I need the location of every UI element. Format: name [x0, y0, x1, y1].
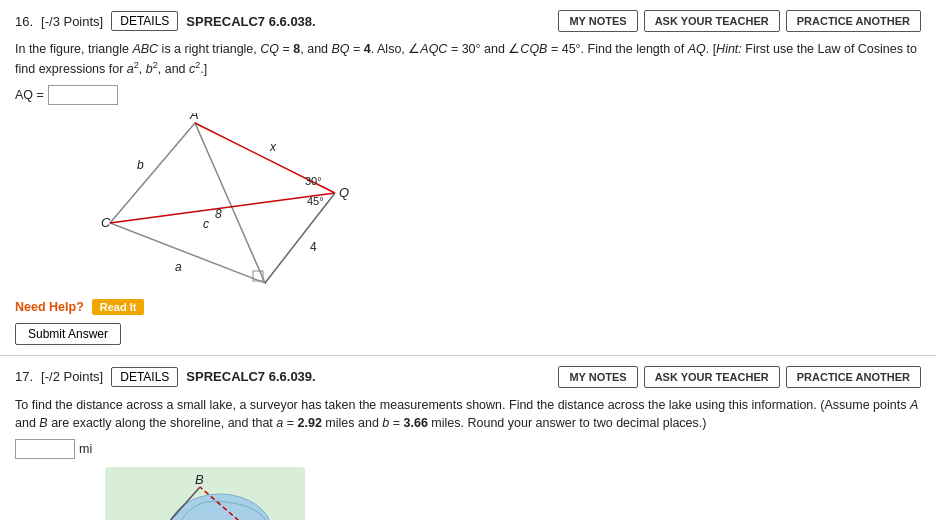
- svg-text:C: C: [101, 215, 111, 230]
- q16-answer-label: AQ =: [15, 88, 44, 102]
- question-16-header: 16. [-/3 Points] DETAILS SPRECALC7 6.6.0…: [15, 10, 921, 32]
- svg-text:45°: 45°: [307, 195, 324, 207]
- q16-need-help-row: Need Help? Read It: [15, 299, 921, 315]
- q16-submit-button[interactable]: Submit Answer: [15, 323, 121, 345]
- q17-answer-input[interactable]: [15, 439, 75, 459]
- q17-ask-teacher-button[interactable]: ASK YOUR TEACHER: [644, 366, 780, 388]
- q16-details-button[interactable]: DETAILS: [111, 11, 178, 31]
- q16-answer-input[interactable]: [48, 85, 118, 105]
- q16-read-it-button[interactable]: Read It: [92, 299, 145, 315]
- q16-ask-teacher-button[interactable]: ASK YOUR TEACHER: [644, 10, 780, 32]
- svg-text:30°: 30°: [305, 175, 322, 187]
- q17-details-button[interactable]: DETAILS: [111, 367, 178, 387]
- svg-text:A: A: [189, 113, 199, 122]
- q17-diagram: B A C a b 40.3°: [15, 467, 921, 520]
- question-17-answer-row: mi: [15, 439, 921, 459]
- question-16-text: In the figure, triangle ABC is a right t…: [15, 40, 921, 79]
- question-17-header-left: 17. [-/2 Points] DETAILS SPRECALC7 6.6.0…: [15, 367, 316, 387]
- q17-unit-label: mi: [79, 442, 92, 456]
- svg-text:B: B: [195, 472, 204, 487]
- question-17: 17. [-/2 Points] DETAILS SPRECALC7 6.6.0…: [0, 356, 936, 520]
- svg-text:a: a: [175, 260, 182, 274]
- question-16-number: 16.: [15, 14, 33, 29]
- question-16-points: [-/3 Points]: [41, 14, 103, 29]
- svg-text:Q: Q: [339, 185, 349, 200]
- q16-my-notes-button[interactable]: MY NOTES: [558, 10, 637, 32]
- question-17-points: [-/2 Points]: [41, 369, 103, 384]
- svg-text:B: B: [261, 286, 270, 288]
- q17-practice-button[interactable]: PRACTICE ANOTHER: [786, 366, 921, 388]
- question-17-code: SPRECALC7 6.6.039.: [186, 369, 315, 384]
- svg-text:4: 4: [310, 240, 317, 254]
- q17-my-notes-button[interactable]: MY NOTES: [558, 366, 637, 388]
- q16-diagram: A C B Q x 30° 45° 8 4 b c a: [15, 113, 921, 291]
- question-16: 16. [-/3 Points] DETAILS SPRECALC7 6.6.0…: [0, 0, 936, 356]
- question-16-code: SPRECALC7 6.6.038.: [186, 14, 315, 29]
- svg-line-3: [265, 193, 335, 283]
- svg-text:x: x: [269, 140, 277, 154]
- question-17-text: To find the distance across a small lake…: [15, 396, 921, 434]
- question-16-answer-row: AQ =: [15, 85, 921, 105]
- question-16-header-left: 16. [-/3 Points] DETAILS SPRECALC7 6.6.0…: [15, 11, 316, 31]
- q16-need-help-label: Need Help?: [15, 300, 84, 314]
- svg-text:8: 8: [215, 207, 222, 221]
- question-17-header-buttons: MY NOTES ASK YOUR TEACHER PRACTICE ANOTH…: [558, 366, 921, 388]
- q16-practice-button[interactable]: PRACTICE ANOTHER: [786, 10, 921, 32]
- question-17-header: 17. [-/2 Points] DETAILS SPRECALC7 6.6.0…: [15, 366, 921, 388]
- svg-text:b: b: [137, 158, 144, 172]
- question-16-header-buttons: MY NOTES ASK YOUR TEACHER PRACTICE ANOTH…: [558, 10, 921, 32]
- svg-line-2: [110, 193, 335, 223]
- question-17-number: 17.: [15, 369, 33, 384]
- svg-text:c: c: [203, 217, 209, 231]
